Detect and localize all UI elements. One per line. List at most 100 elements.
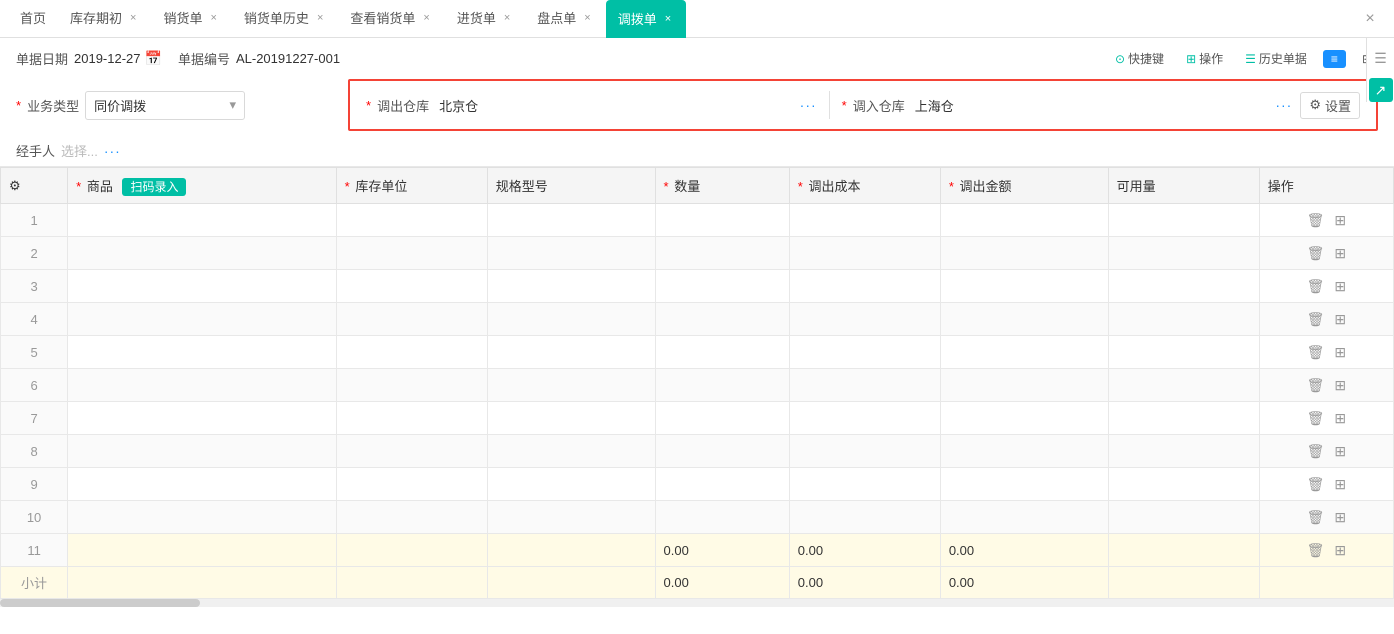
tab-sales-order-close[interactable]: × [207,11,219,25]
row-unit-cell[interactable] [336,237,487,270]
row-unit-cell[interactable] [336,270,487,303]
row-copy-icon[interactable]: ⊞ [1332,441,1348,462]
row-copy-icon[interactable]: ⊞ [1332,375,1348,396]
row-amount-cell[interactable] [940,435,1108,468]
row-amount-cell[interactable] [940,402,1108,435]
view-toggle-button[interactable]: ≡ [1323,50,1346,68]
row-copy-icon[interactable]: ⊞ [1332,342,1348,363]
row-qty-cell[interactable] [655,435,789,468]
row-amount-cell[interactable] [940,204,1108,237]
row-unit-cell[interactable] [336,204,487,237]
row-copy-icon[interactable]: ⊞ [1332,507,1348,528]
history-button[interactable]: ☰ 历史单据 [1239,48,1313,69]
row-product-cell[interactable] [68,303,337,336]
row-delete-icon[interactable]: 🗑 [1305,540,1327,561]
row-spec-cell[interactable] [487,468,655,501]
row-qty-cell[interactable] [655,336,789,369]
row-delete-icon[interactable]: 🗑 [1305,408,1327,429]
row-unit-cell[interactable] [336,369,487,402]
row-delete-icon[interactable]: 🗑 [1305,342,1327,363]
row-delete-icon[interactable]: 🗑 [1305,507,1327,528]
out-warehouse-more-button[interactable]: ··· [800,97,817,113]
tab-transfer-order[interactable]: 调拨单 × [606,0,686,38]
row-copy-icon[interactable]: ⊞ [1332,210,1348,231]
calendar-icon[interactable]: 📅 [145,50,162,67]
row-cost-cell[interactable] [789,501,940,534]
row-unit-cell[interactable] [336,303,487,336]
row-delete-icon[interactable]: 🗑 [1305,309,1327,330]
date-input[interactable]: 2019-12-27 📅 [74,50,162,67]
row-cost-cell[interactable] [789,468,940,501]
row-spec-cell[interactable] [487,402,655,435]
row-copy-icon[interactable]: ⊞ [1332,243,1348,264]
col-gear[interactable]: ⚙ [1,168,68,204]
row-delete-icon[interactable]: 🗑 [1305,474,1327,495]
row-amount-cell[interactable] [940,501,1108,534]
tab-purchase-order[interactable]: 进货单 × [445,0,525,38]
table-gear-icon[interactable]: ⚙ [9,178,21,193]
row-product-cell[interactable] [68,336,337,369]
tab-purchase-order-close[interactable]: × [501,11,513,25]
row-product-cell[interactable] [68,501,337,534]
row-amount-cell[interactable] [940,369,1108,402]
row-unit-cell[interactable] [336,402,487,435]
row-product-cell[interactable] [68,369,337,402]
row-copy-icon[interactable]: ⊞ [1332,276,1348,297]
row-product-cell[interactable] [68,435,337,468]
row-amount-cell[interactable] [940,336,1108,369]
row-qty-cell[interactable] [655,402,789,435]
row-qty-cell[interactable] [655,204,789,237]
row-cost-cell[interactable] [789,303,940,336]
tab-sales-history-close[interactable]: × [314,11,326,25]
row-qty-cell[interactable] [655,369,789,402]
operation-button[interactable]: ⊞ 操作 [1180,48,1229,69]
row-copy-icon[interactable]: ⊞ [1332,474,1348,495]
row-unit-cell[interactable] [336,336,487,369]
row-copy-icon[interactable]: ⊞ [1332,540,1348,561]
row-delete-icon[interactable]: 🗑 [1305,276,1327,297]
row-qty-cell[interactable] [655,237,789,270]
tab-inventory-init-close[interactable]: × [127,11,139,25]
row-cost-cell[interactable] [789,402,940,435]
row-cost-cell[interactable] [789,369,940,402]
shortcut-button[interactable]: ⊙ 快捷键 [1109,48,1170,69]
tab-inventory-check[interactable]: 盘点单 × [525,0,605,38]
row-product-cell[interactable] [68,270,337,303]
scan-button[interactable]: 扫码录入 [122,178,186,196]
row-spec-cell[interactable] [487,336,655,369]
row-copy-icon[interactable]: ⊞ [1332,408,1348,429]
row-qty-cell[interactable] [655,501,789,534]
scrollbar-thumb[interactable] [0,599,200,607]
row-product-cell[interactable] [68,468,337,501]
row-copy-icon[interactable]: ⊞ [1332,309,1348,330]
tab-inventory-init[interactable]: 库存期初 × [58,0,151,38]
row-amount-cell[interactable] [940,237,1108,270]
row-delete-icon[interactable]: 🗑 [1305,243,1327,264]
row-delete-icon[interactable]: 🗑 [1305,375,1327,396]
bottom-scrollbar[interactable] [0,599,1394,607]
row-qty-cell[interactable] [655,270,789,303]
row-cost-cell[interactable] [789,336,940,369]
sidebar-notes-icon[interactable]: ☰ [1369,46,1393,70]
tab-inventory-check-close[interactable]: × [581,11,593,25]
tab-view-sales-close[interactable]: × [420,11,432,25]
row-qty-cell[interactable] [655,468,789,501]
row-cost-cell[interactable] [789,435,940,468]
row-unit-cell[interactable] [336,435,487,468]
row-cost-cell[interactable] [789,204,940,237]
row-amount-cell[interactable] [940,468,1108,501]
row-amount-cell[interactable] [940,303,1108,336]
row-spec-cell[interactable] [487,369,655,402]
row-qty-cell[interactable] [655,303,789,336]
row-cost-cell[interactable] [789,237,940,270]
row-product-cell[interactable] [68,402,337,435]
tab-transfer-order-close[interactable]: × [662,12,674,26]
row-spec-cell[interactable] [487,237,655,270]
settings-button[interactable]: ⚙ 设置 [1300,92,1360,119]
tab-sales-history[interactable]: 销货单历史 × [232,0,338,38]
row-delete-icon[interactable]: 🗑 [1305,441,1327,462]
row-cost-cell[interactable] [789,270,940,303]
row-amount-cell[interactable] [940,270,1108,303]
row-product-cell[interactable] [68,237,337,270]
row-unit-cell[interactable] [336,501,487,534]
